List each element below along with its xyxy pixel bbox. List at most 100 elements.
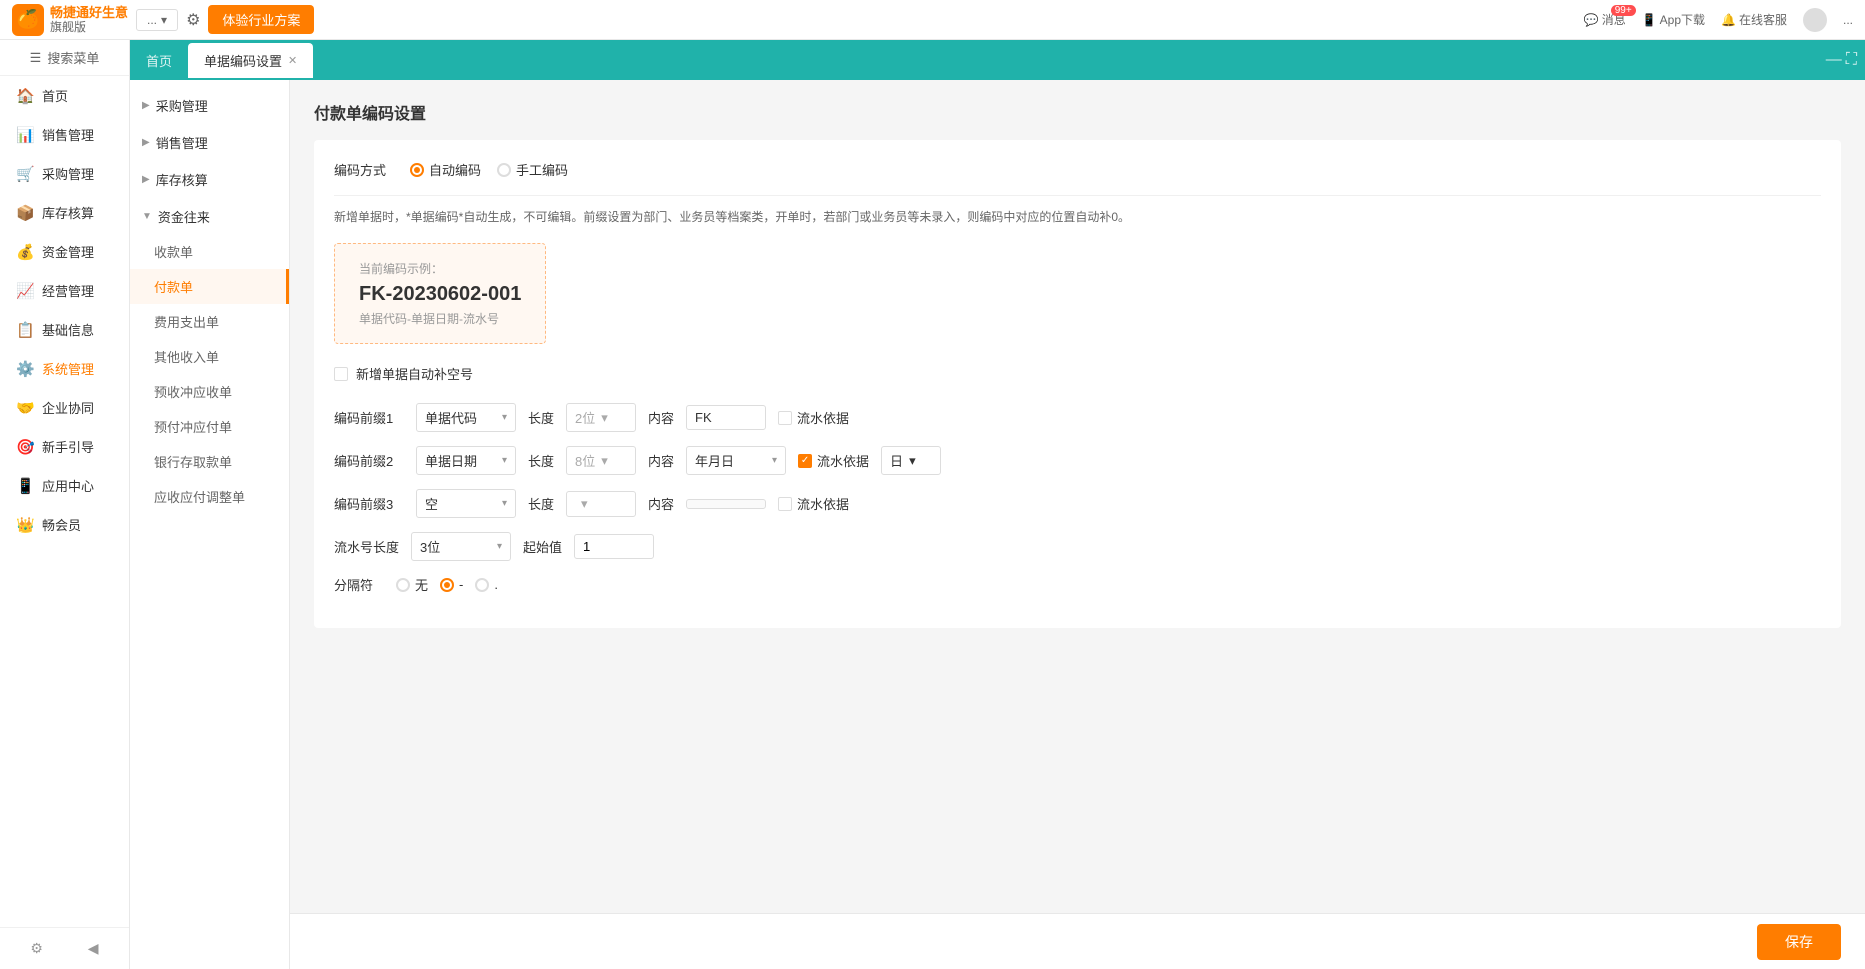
message-button[interactable]: 💬 消息 99+ bbox=[1584, 11, 1626, 28]
sidebar-item-sales[interactable]: 📊 销售管理 bbox=[0, 115, 129, 154]
group-purchase-header[interactable]: ▶ 采购管理 bbox=[130, 88, 289, 123]
message-badge: 99+ bbox=[1611, 5, 1636, 16]
sep-none-radio[interactable] bbox=[396, 578, 410, 592]
sidebar-item-expense[interactable]: 费用支出单 bbox=[130, 304, 289, 339]
basic-icon: 📋 bbox=[16, 321, 34, 339]
settings-button[interactable]: ⚙ bbox=[186, 10, 200, 30]
avatar[interactable] bbox=[1803, 8, 1827, 32]
prefix2-length-arrow-icon: ▾ bbox=[601, 453, 608, 469]
save-button[interactable]: 保存 bbox=[1757, 924, 1841, 960]
tab-bar: 首页 单据编码设置 ✕ — ⛶ bbox=[130, 40, 1865, 80]
serial-length-arrow-icon: ▾ bbox=[497, 541, 502, 552]
main-layout: ☰ 搜索菜单 🏠 首页 📊 销售管理 🛒 采购管理 📦 库存核算 💰 资金管理 … bbox=[0, 40, 1865, 969]
group-funds-header[interactable]: ▼ 资金往来 bbox=[130, 199, 289, 234]
search-menu[interactable]: ☰ 搜索菜单 bbox=[0, 40, 129, 76]
prefix3-serial-checkbox[interactable]: 流水依据 bbox=[778, 494, 849, 513]
separator-label: 分隔符 bbox=[334, 575, 384, 594]
sidebar-item-basic[interactable]: 📋 基础信息 bbox=[0, 310, 129, 349]
prefix1-serial-checkbox[interactable]: 流水依据 bbox=[778, 408, 849, 427]
system-icon: ⚙️ bbox=[16, 360, 34, 378]
prefix3-select[interactable]: 空 ▾ bbox=[416, 489, 516, 518]
main-content: 付款单编码设置 编码方式 自动编码 bbox=[290, 80, 1865, 913]
sidebar-item-araps[interactable]: 应收应付调整单 bbox=[130, 479, 289, 514]
sidebar-item-enterprise[interactable]: 🤝 企业协同 bbox=[0, 388, 129, 427]
group-sales-header[interactable]: ▶ 销售管理 bbox=[130, 125, 289, 160]
prefix3-length-select[interactable]: ▾ bbox=[566, 491, 636, 517]
chevron-right-icon3: ▶ bbox=[142, 174, 150, 185]
top-bar: 🍊 畅捷通好生意 旗舰版 ... ▾ ⚙ 体验行业方案 💬 消息 99+ 📱 A… bbox=[0, 0, 1865, 40]
prefix2-serial-checkbox[interactable]: ✓ 流水依据 bbox=[798, 451, 869, 470]
sidebar-item-advance-receipt[interactable]: 预收冲应收单 bbox=[130, 374, 289, 409]
chevron-right-icon2: ▶ bbox=[142, 137, 150, 148]
sidebar-item-vip[interactable]: 👑 畅会员 bbox=[0, 505, 129, 544]
prefix1-select[interactable]: 单据代码 ▾ bbox=[416, 403, 516, 432]
auto-encode-radio[interactable] bbox=[410, 163, 424, 177]
prefix2-length-label: 长度 bbox=[528, 451, 554, 470]
serial-start-label: 起始值 bbox=[523, 537, 562, 556]
tab-minimize-icon[interactable]: — bbox=[1826, 51, 1842, 69]
sep-dash-radio[interactable] bbox=[440, 578, 454, 592]
sidebar-item-home[interactable]: 🏠 首页 bbox=[0, 76, 129, 115]
prefix2-length-select[interactable]: 8位 ▾ bbox=[566, 446, 636, 475]
prefix3-label: 编码前缀3 bbox=[334, 494, 404, 513]
top-bar-right: 💬 消息 99+ 📱 App下载 🔔 在线客服 ... bbox=[1584, 8, 1853, 32]
prefix2-content-arrow-icon: ▾ bbox=[772, 455, 777, 466]
sep-dot-radio[interactable] bbox=[475, 578, 489, 592]
code-preview-desc: 单据代码-单据日期-流水号 bbox=[359, 310, 521, 327]
trial-button[interactable]: 体验行业方案 bbox=[208, 5, 314, 34]
tab-home[interactable]: 首页 bbox=[130, 43, 188, 78]
sidebar-settings-btn[interactable]: ⚙ bbox=[26, 936, 47, 961]
prefix2-day-select[interactable]: 日 ▾ bbox=[881, 446, 941, 475]
chevron-down-icon2: ▼ bbox=[142, 211, 152, 222]
inventory-icon: 📦 bbox=[16, 204, 34, 222]
prefix3-content-value bbox=[686, 499, 766, 509]
online-service-button[interactable]: 🔔 在线客服 bbox=[1721, 11, 1787, 28]
tab-code-setting[interactable]: 单据编码设置 ✕ bbox=[188, 43, 313, 78]
sidebar-item-bank-deposit[interactable]: 银行存取款单 bbox=[130, 444, 289, 479]
app-download-button[interactable]: 📱 App下载 bbox=[1642, 11, 1705, 28]
logo-icon: 🍊 bbox=[12, 4, 44, 36]
prefix1-length-select[interactable]: 2位 ▾ bbox=[566, 403, 636, 432]
auto-fill-checkbox[interactable] bbox=[334, 367, 348, 381]
apps-icon: 📱 bbox=[16, 477, 34, 495]
sidebar-item-other-income[interactable]: 其他收入单 bbox=[130, 339, 289, 374]
serial-length-select[interactable]: 3位 ▾ bbox=[411, 532, 511, 561]
sep-dot-option[interactable]: . bbox=[475, 577, 498, 592]
sidebar-item-purchase[interactable]: 🛒 采购管理 bbox=[0, 154, 129, 193]
prefix1-length-label: 长度 bbox=[528, 408, 554, 427]
enterprise-icon: 🤝 bbox=[16, 399, 34, 417]
sidebar-item-advance-payment[interactable]: 预付冲应付单 bbox=[130, 409, 289, 444]
company-dropdown[interactable]: ... ▾ bbox=[136, 9, 178, 31]
prefix1-content-value: FK bbox=[686, 405, 766, 430]
sidebar-collapse-btn[interactable]: ◀ bbox=[84, 936, 103, 961]
service-icon: 🔔 bbox=[1721, 13, 1736, 27]
group-inventory-header[interactable]: ▶ 库存核算 bbox=[130, 162, 289, 197]
prefix2-arrow-icon: ▾ bbox=[502, 455, 507, 466]
prefix2-content-select[interactable]: 年月日 ▾ bbox=[686, 446, 786, 475]
divider1 bbox=[334, 195, 1821, 196]
manual-encode-radio[interactable] bbox=[497, 163, 511, 177]
tab-maximize-icon[interactable]: ⛶ bbox=[1846, 51, 1857, 69]
sidebar-item-payment[interactable]: 付款单 bbox=[130, 269, 289, 304]
manual-encode-option[interactable]: 手工编码 bbox=[497, 160, 568, 179]
prefix2-select[interactable]: 单据日期 ▾ bbox=[416, 446, 516, 475]
radio-group: 自动编码 手工编码 bbox=[410, 160, 568, 179]
sidebar-item-apps[interactable]: 📱 应用中心 bbox=[0, 466, 129, 505]
sidebar-item-inventory[interactable]: 📦 库存核算 bbox=[0, 193, 129, 232]
sidebar-item-receipt[interactable]: 收款单 bbox=[130, 234, 289, 269]
auto-encode-option[interactable]: 自动编码 bbox=[410, 160, 481, 179]
tab-close-icon[interactable]: ✕ bbox=[288, 54, 297, 67]
sep-none-option[interactable]: 无 bbox=[396, 575, 428, 594]
sidebar-item-guide[interactable]: 🎯 新手引导 bbox=[0, 427, 129, 466]
footer: 保存 bbox=[290, 913, 1865, 969]
serial-start-input[interactable] bbox=[574, 534, 654, 559]
sidebar-item-finance[interactable]: 💰 资金管理 bbox=[0, 232, 129, 271]
sep-dash-option[interactable]: - bbox=[440, 577, 463, 592]
sidebar-item-operations[interactable]: 📈 经营管理 bbox=[0, 271, 129, 310]
prefix2-row: 编码前缀2 单据日期 ▾ 长度 8位 ▾ 内容 bbox=[334, 446, 1821, 475]
sidebar-item-system[interactable]: ⚙️ 系统管理 bbox=[0, 349, 129, 388]
prefix3-row: 编码前缀3 空 ▾ 长度 ▾ 内容 bbox=[334, 489, 1821, 518]
content-area: ▶ 采购管理 ▶ 销售管理 ▶ 库存核算 bbox=[130, 80, 1865, 969]
group-funds: ▼ 资金往来 收款单 付款单 费用支出单 其他收入单 预收冲应收单 预付冲应付单… bbox=[130, 199, 289, 514]
left-sidebar: ☰ 搜索菜单 🏠 首页 📊 销售管理 🛒 采购管理 📦 库存核算 💰 资金管理 … bbox=[0, 40, 130, 969]
